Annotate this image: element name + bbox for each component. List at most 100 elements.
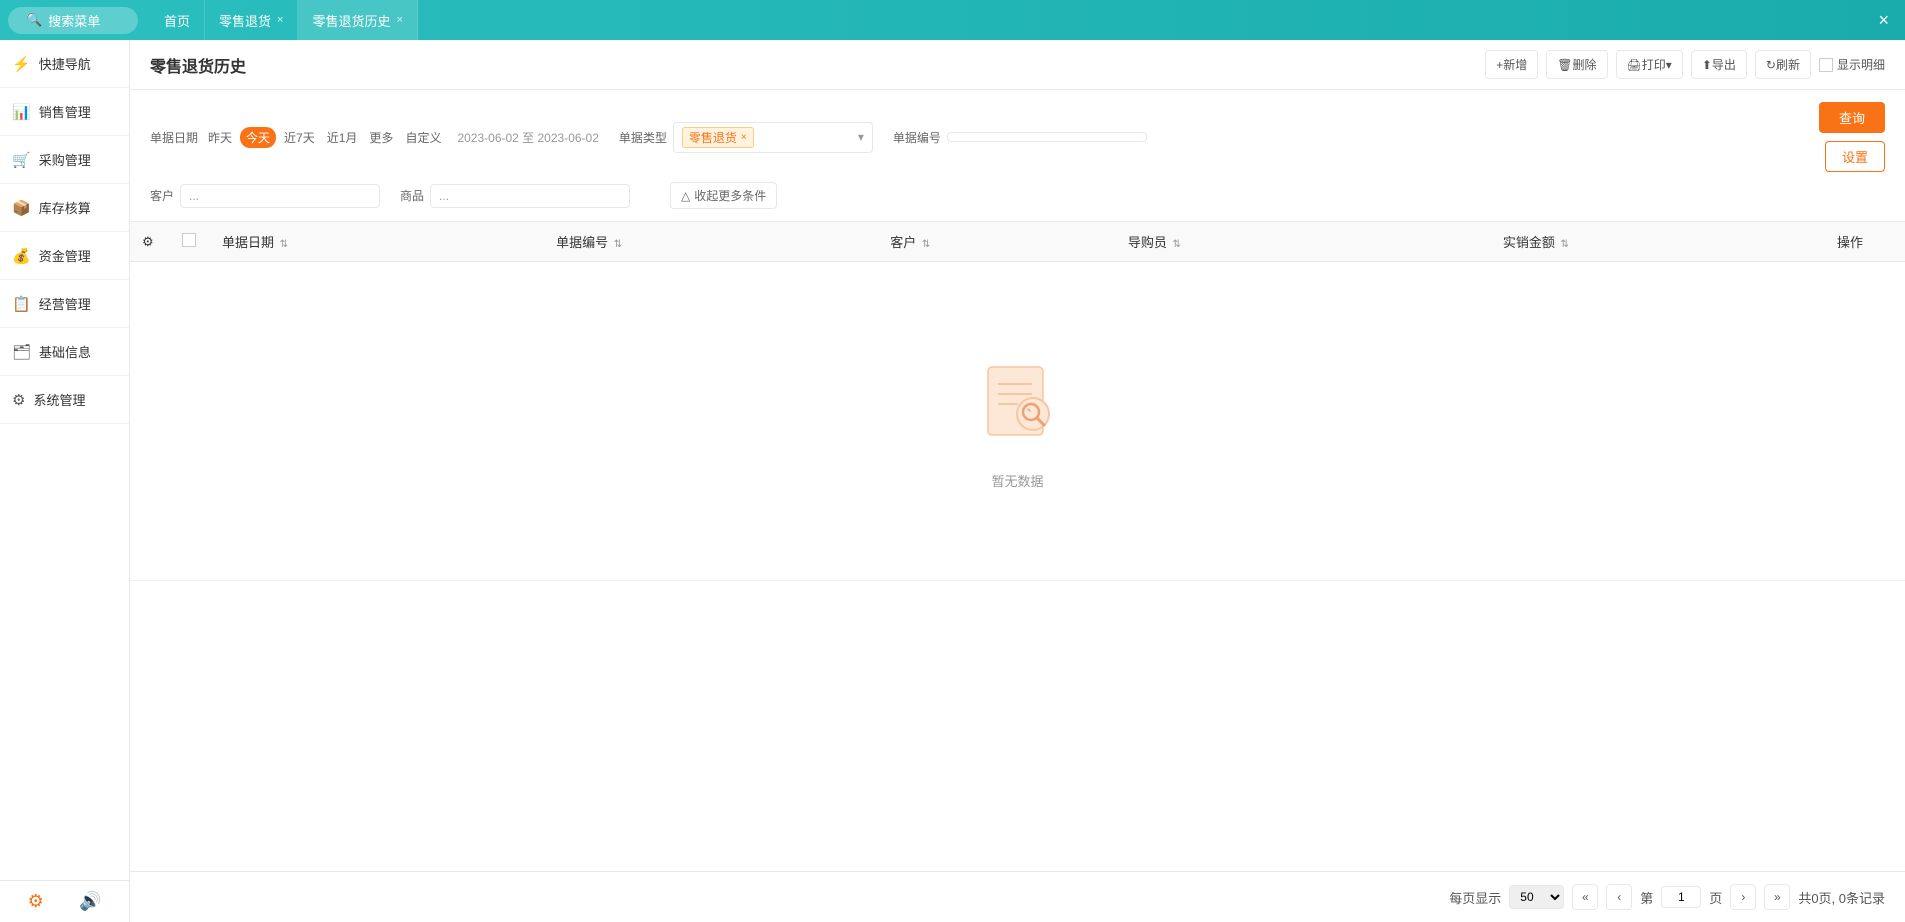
export-icon: ⬆ bbox=[1702, 58, 1712, 72]
type-filter-label: 单据类型 bbox=[619, 129, 667, 146]
col-settings[interactable]: ⚙ bbox=[130, 222, 170, 262]
order-no-input[interactable] bbox=[947, 132, 1147, 142]
tab-retail-return[interactable]: 零售退货 × bbox=[205, 0, 298, 40]
col-guide[interactable]: 导购员 ⇅ bbox=[1116, 222, 1402, 262]
collapse-filter-button[interactable]: △ 收起更多条件 bbox=[670, 182, 777, 209]
date-filter: 单据日期 昨天 今天 近7天 近1月 更多 自定义 2023-06-02 至 2… bbox=[150, 127, 599, 148]
add-label: 新增 bbox=[1503, 56, 1527, 73]
sidebar-item-finance[interactable]: 💰 资金管理 bbox=[0, 232, 129, 280]
pagination: 每页显示 50 10 20 100 « ‹ 第 页 › » 共0页, 0条记录 bbox=[130, 871, 1905, 922]
sidebar-gear-icon[interactable]: ⚙ bbox=[28, 891, 44, 912]
first-page-button[interactable]: « bbox=[1572, 884, 1598, 910]
type-select-arrow-icon: ▾ bbox=[858, 130, 864, 144]
tab-home[interactable]: 首页 bbox=[150, 0, 205, 40]
page-suffix: 页 bbox=[1709, 888, 1722, 907]
sidebar-item-quick-nav[interactable]: ⚡ 快捷导航 bbox=[0, 40, 129, 88]
sidebar-item-base-info[interactable]: 🗂 基础信息 bbox=[0, 328, 129, 376]
operations-icon: 📋 bbox=[12, 295, 31, 313]
show-detail-toggle[interactable]: 显示明细 bbox=[1819, 56, 1885, 73]
order-no-filter: 单据编号 bbox=[893, 129, 1147, 146]
sidebar-item-inventory[interactable]: 📦 库存核算 bbox=[0, 184, 129, 232]
delete-label: 删除 bbox=[1573, 56, 1597, 73]
customer-filter: 客户 ... bbox=[150, 184, 380, 208]
col-action-label: 操作 bbox=[1837, 235, 1863, 250]
date-options: 昨天 今天 近7天 近1月 更多 自定义 bbox=[204, 127, 445, 148]
col-customer[interactable]: 客户 ⇅ bbox=[878, 222, 1116, 262]
sidebar-item-sales[interactable]: 📊 销售管理 bbox=[0, 88, 129, 136]
refresh-button[interactable]: ↻ 刷新 bbox=[1755, 50, 1811, 79]
refresh-icon: ↻ bbox=[1766, 58, 1776, 72]
print-icon: 🖨 bbox=[1627, 58, 1642, 72]
col-amount[interactable]: 实销金额 ⇅ bbox=[1491, 222, 1825, 262]
per-page-select[interactable]: 50 10 20 100 bbox=[1509, 885, 1564, 909]
purchase-icon: 🛒 bbox=[12, 151, 31, 169]
query-button[interactable]: 查询 bbox=[1819, 102, 1885, 133]
col-order-no-label: 单据编号 bbox=[556, 235, 608, 250]
sidebar-item-operations[interactable]: 📋 经营管理 bbox=[0, 280, 129, 328]
close-window-btn[interactable]: × bbox=[1870, 10, 1897, 31]
goods-input[interactable]: ... bbox=[430, 184, 630, 208]
base-info-icon: 🗂 bbox=[12, 343, 31, 361]
tab-retail-return-history[interactable]: 零售退货历史 × bbox=[298, 0, 417, 40]
tab-retail-return-history-label: 零售退货历史 bbox=[312, 11, 390, 30]
page-number-input[interactable] bbox=[1661, 886, 1701, 908]
prev-page-button[interactable]: ‹ bbox=[1606, 884, 1632, 910]
select-all-checkbox[interactable] bbox=[182, 233, 196, 247]
inventory-icon: 📦 bbox=[12, 199, 31, 217]
type-tag: 零售退货 × bbox=[682, 127, 754, 148]
sidebar: ⚡ 快捷导航 📊 销售管理 🛒 采购管理 📦 库存核算 💰 资金管理 📋 经营管… bbox=[0, 40, 130, 922]
last-page-button[interactable]: » bbox=[1764, 884, 1790, 910]
col-amount-sort-icon: ⇅ bbox=[1560, 239, 1568, 250]
quick-nav-icon: ⚡ bbox=[12, 55, 31, 73]
date-btn-1month[interactable]: 近1月 bbox=[323, 127, 362, 148]
tab-retail-return-history-close[interactable]: × bbox=[396, 14, 402, 26]
data-table: ⚙ 单据日期 ⇅ 单据编号 ⇅ 客户 bbox=[130, 222, 1905, 581]
add-icon: + bbox=[1496, 58, 1503, 72]
date-btn-custom[interactable]: 自定义 bbox=[401, 127, 445, 148]
goods-label: 商品 bbox=[400, 187, 424, 204]
col-amount-label: 实销金额 bbox=[1503, 235, 1555, 250]
customer-input[interactable]: ... bbox=[180, 184, 380, 208]
col-customer-sort-icon: ⇅ bbox=[922, 239, 930, 250]
date-range-display: 2023-06-02 至 2023-06-02 bbox=[457, 129, 598, 146]
date-btn-today[interactable]: 今天 bbox=[240, 127, 276, 148]
collapse-icon: △ bbox=[681, 189, 690, 203]
add-button[interactable]: + 新增 bbox=[1485, 50, 1538, 79]
search-menu-box[interactable]: 🔍 搜索菜单 bbox=[8, 7, 138, 34]
sidebar-item-label: 基础信息 bbox=[39, 342, 91, 361]
order-no-label: 单据编号 bbox=[893, 129, 941, 146]
page-title: 零售退货历史 bbox=[150, 53, 1485, 77]
col-order-no[interactable]: 单据编号 ⇅ bbox=[544, 222, 878, 262]
sidebar-sound-icon[interactable]: 🔊 bbox=[79, 891, 101, 912]
show-detail-checkbox[interactable] bbox=[1819, 58, 1833, 72]
type-tag-remove[interactable]: × bbox=[741, 132, 747, 143]
sidebar-item-label: 采购管理 bbox=[39, 150, 91, 169]
col-order-no-sort-icon: ⇅ bbox=[614, 239, 622, 250]
col-guide-label: 导购员 bbox=[1128, 235, 1167, 250]
refresh-label: 刷新 bbox=[1776, 56, 1800, 73]
show-detail-label: 显示明细 bbox=[1837, 56, 1885, 73]
delete-button[interactable]: 🗑 删除 bbox=[1546, 50, 1607, 79]
col-guide-sort-icon: ⇅ bbox=[1173, 239, 1181, 250]
sidebar-item-label: 销售管理 bbox=[39, 102, 91, 121]
tab-retail-return-close[interactable]: × bbox=[277, 14, 283, 26]
header-actions: + 新增 🗑 删除 🖨 打印 ▾ ⬆ 导出 ↻ bbox=[1485, 50, 1885, 79]
sidebar-item-purchase[interactable]: 🛒 采购管理 bbox=[0, 136, 129, 184]
col-date-sort-icon: ⇅ bbox=[280, 239, 288, 250]
date-btn-yesterday[interactable]: 昨天 bbox=[204, 127, 236, 148]
set-button[interactable]: 设置 bbox=[1825, 141, 1885, 172]
col-customer-label: 客户 bbox=[890, 235, 916, 250]
col-checkbox[interactable] bbox=[170, 222, 210, 262]
sidebar-item-system[interactable]: ⚙ 系统管理 bbox=[0, 376, 129, 424]
date-btn-more[interactable]: 更多 bbox=[365, 127, 397, 148]
print-button[interactable]: 🖨 打印 ▾ bbox=[1616, 50, 1683, 79]
col-date[interactable]: 单据日期 ⇅ bbox=[210, 222, 544, 262]
export-button[interactable]: ⬆ 导出 bbox=[1691, 50, 1747, 79]
empty-text: 暂无数据 bbox=[991, 471, 1043, 490]
date-btn-7days[interactable]: 近7天 bbox=[280, 127, 319, 148]
right-btn-group: 查询 设置 bbox=[1819, 102, 1885, 172]
sidebar-item-label: 库存核算 bbox=[39, 198, 91, 217]
type-filter: 单据类型 零售退货 × ▾ bbox=[619, 122, 873, 153]
type-select[interactable]: 零售退货 × ▾ bbox=[673, 122, 873, 153]
next-page-button[interactable]: › bbox=[1730, 884, 1756, 910]
